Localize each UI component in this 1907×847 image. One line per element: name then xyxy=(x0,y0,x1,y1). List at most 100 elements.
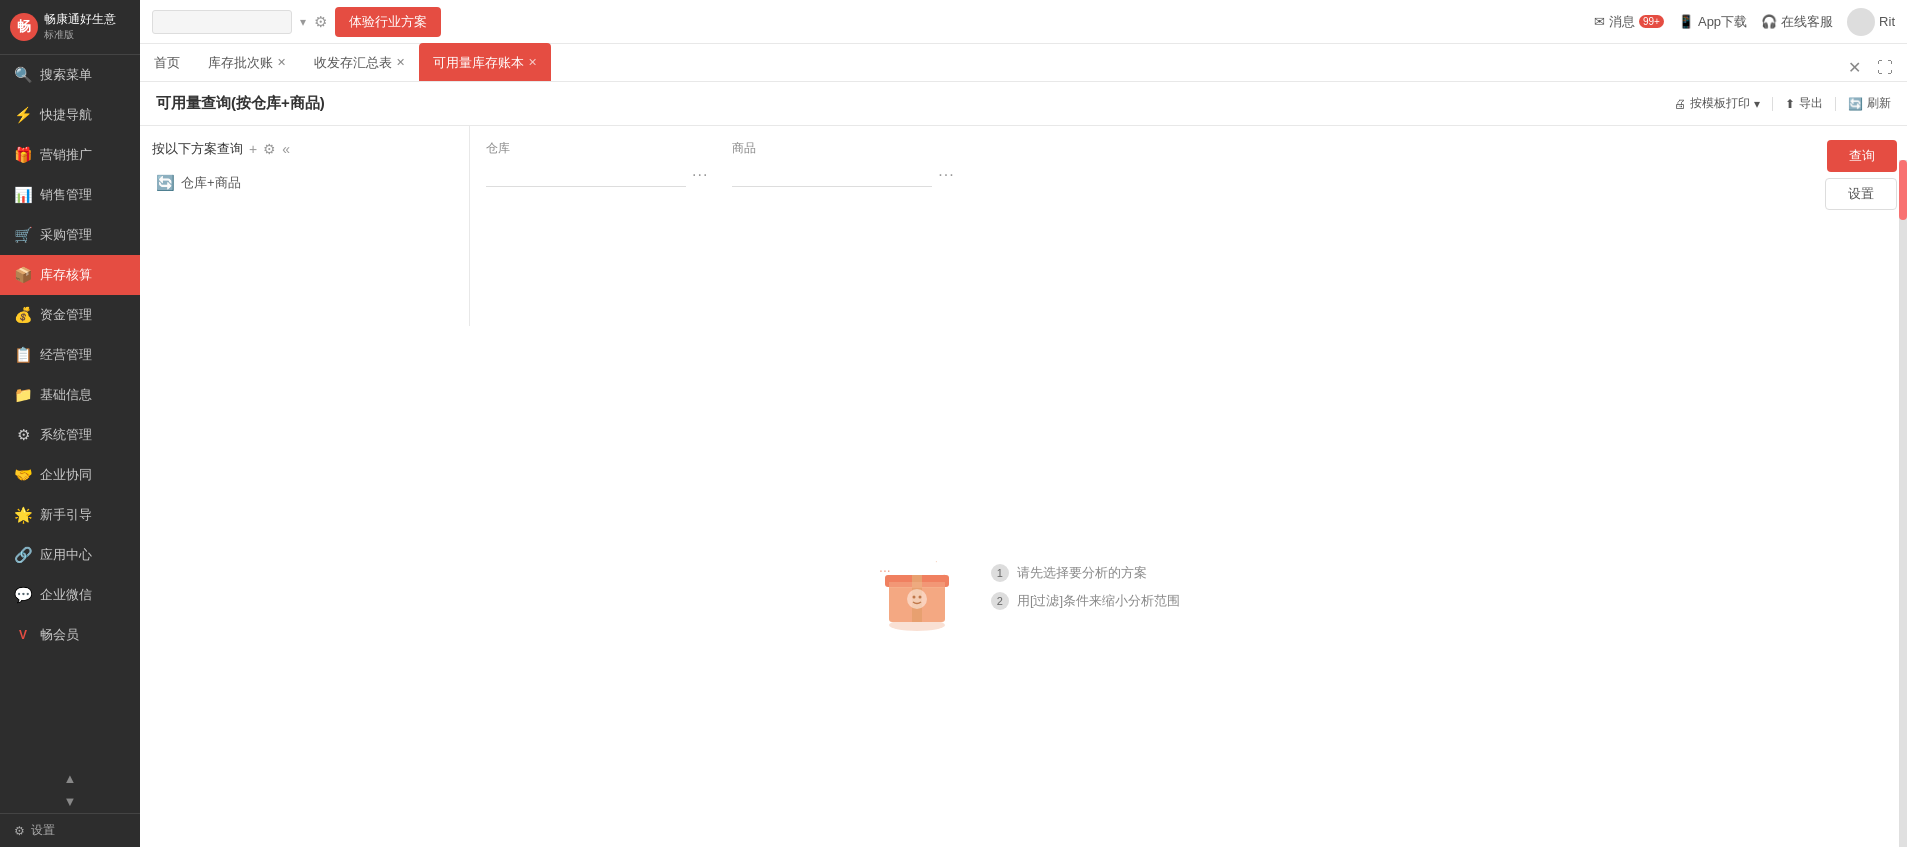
settings-button[interactable]: 设置 xyxy=(1825,178,1897,210)
goods-input[interactable] xyxy=(732,163,932,187)
sidebar-item-label: 搜索菜单 xyxy=(40,66,92,84)
sidebar-item-label: 资金管理 xyxy=(40,306,92,324)
divider xyxy=(1772,97,1773,111)
sidebar-item-finance[interactable]: 💰 资金管理 xyxy=(0,295,140,335)
industry-solution-button[interactable]: 体验行业方案 xyxy=(335,7,441,37)
message-button[interactable]: ✉ 消息 99+ xyxy=(1594,13,1664,31)
export-icon: ⬆ xyxy=(1785,97,1795,111)
tab-summary[interactable]: 收发存汇总表 ✕ xyxy=(300,43,419,81)
print-label: 按模板打印 xyxy=(1690,95,1750,112)
page-header-actions: 🖨 按模板打印 ▾ ⬆ 导出 🔄 刷新 xyxy=(1674,95,1891,112)
tabs-bar: 首页 库存批次账 ✕ 收发存汇总表 ✕ 可用量库存账本 ✕ ✕ ⛶ xyxy=(140,44,1907,82)
page-content: 可用量查询(按仓库+商品) 🖨 按模板打印 ▾ ⬆ 导出 🔄 刷新 xyxy=(140,82,1907,847)
shortcut-icon: ⚡ xyxy=(14,106,32,124)
goods-field-group: 商品 ··· xyxy=(732,140,954,187)
svg-point-7 xyxy=(918,595,921,598)
sidebar-item-shortcut[interactable]: ⚡ 快捷导航 xyxy=(0,95,140,135)
scheme-item-icon: 🔄 xyxy=(156,174,175,192)
appcenter-icon: 🔗 xyxy=(14,546,32,564)
sidebar-brand-name: 畅康通好生意 xyxy=(44,12,116,28)
refresh-action-button[interactable]: 🔄 刷新 xyxy=(1848,95,1891,112)
tip-number-2: 2 xyxy=(991,592,1009,610)
sidebar-item-label: 经营管理 xyxy=(40,346,92,364)
sidebar-item-inventory[interactable]: 📦 库存核算 xyxy=(0,255,140,295)
refresh-label: 刷新 xyxy=(1867,95,1891,112)
tip-item-2: 2 用[过滤]条件来缩小分析范围 xyxy=(991,592,1180,610)
sidebar-nav: 🔍 搜索菜单 ⚡ 快捷导航 🎁 营销推广 📊 销售管理 🛒 采购管理 📦 库存核… xyxy=(0,55,140,767)
sidebar-item-label: 应用中心 xyxy=(40,546,92,564)
warehouse-field-label: 仓库 xyxy=(486,140,708,157)
main-area: ▾ ⚙ 体验行业方案 ✉ 消息 99+ 📱 App下载 🎧 在线客服 Rit xyxy=(140,0,1907,847)
batch-tab-label: 库存批次账 xyxy=(208,54,273,72)
sidebar-item-search[interactable]: 🔍 搜索菜单 xyxy=(0,55,140,95)
sidebar-item-wechat[interactable]: 💬 企业微信 xyxy=(0,575,140,615)
headset-icon: 🎧 xyxy=(1761,14,1777,29)
export-action-button[interactable]: ⬆ 导出 xyxy=(1785,95,1823,112)
sidebar-footer-item[interactable]: ⚙ 设置 xyxy=(0,813,140,847)
warehouse-select-icon[interactable]: ··· xyxy=(692,166,708,184)
page-title: 可用量查询(按仓库+商品) xyxy=(156,94,325,113)
tab-close-btn[interactable]: ✕ xyxy=(1842,56,1867,79)
available-tab-label: 可用量库存账本 xyxy=(433,54,524,72)
tip-text-2: 用[过滤]条件来缩小分析范围 xyxy=(1017,592,1180,610)
sidebar-item-member[interactable]: V 畅会员 xyxy=(0,615,140,655)
tab-available-close-icon[interactable]: ✕ xyxy=(528,56,537,69)
message-label: 消息 xyxy=(1609,13,1635,31)
svg-rect-4 xyxy=(889,582,945,588)
tab-summary-close-icon[interactable]: ✕ xyxy=(396,56,405,69)
goods-select-icon[interactable]: ··· xyxy=(938,166,954,184)
system-icon: ⚙ xyxy=(14,426,32,444)
sidebar-item-newbie[interactable]: 🌟 新手引导 xyxy=(0,495,140,535)
sidebar-item-appcenter[interactable]: 🔗 应用中心 xyxy=(0,535,140,575)
user-name: Rit xyxy=(1879,14,1895,29)
sidebar-item-purchase[interactable]: 🛒 采购管理 xyxy=(0,215,140,255)
sidebar-item-label: 库存核算 xyxy=(40,266,92,284)
purchase-icon: 🛒 xyxy=(14,226,32,244)
svg-point-6 xyxy=(912,595,915,598)
settings-footer-icon: ⚙ xyxy=(14,824,25,838)
goods-field-label: 商品 xyxy=(732,140,954,157)
basic-icon: 📁 xyxy=(14,386,32,404)
tab-batch-close-icon[interactable]: ✕ xyxy=(277,56,286,69)
scheme-settings-icon[interactable]: ⚙ xyxy=(263,141,276,157)
chevron-down-icon[interactable]: ▾ xyxy=(300,15,306,29)
member-icon: V xyxy=(14,628,32,642)
sidebar-item-operation[interactable]: 📋 经营管理 xyxy=(0,335,140,375)
empty-illustration: ... · · xyxy=(867,537,967,637)
sidebar-scroll-down[interactable]: ▼ xyxy=(0,790,140,813)
warehouse-input[interactable] xyxy=(486,163,686,187)
sidebar-item-label: 企业协同 xyxy=(40,466,92,484)
right-scrollbar[interactable] xyxy=(1899,160,1907,847)
collapse-scheme-icon[interactable]: « xyxy=(282,141,290,157)
inventory-icon: 📦 xyxy=(14,266,32,284)
scrollbar-thumb[interactable] xyxy=(1899,160,1907,220)
sidebar-item-label: 采购管理 xyxy=(40,226,92,244)
tab-batch[interactable]: 库存批次账 ✕ xyxy=(194,43,300,81)
add-scheme-icon[interactable]: + xyxy=(249,141,257,157)
topbar-search-input[interactable] xyxy=(152,10,292,34)
sidebar-item-sales[interactable]: 📊 销售管理 xyxy=(0,175,140,215)
user-avatar-button[interactable]: Rit xyxy=(1847,8,1895,36)
sidebar-item-label: 新手引导 xyxy=(40,506,92,524)
svg-text:·: · xyxy=(943,570,945,579)
empty-tips: 1 请先选择要分析的方案 2 用[过滤]条件来缩小分析范围 xyxy=(991,564,1180,610)
online-service-button[interactable]: 🎧 在线客服 xyxy=(1761,13,1833,31)
tab-home[interactable]: 首页 xyxy=(140,43,194,81)
tab-expand-btn[interactable]: ⛶ xyxy=(1871,57,1899,79)
tab-available[interactable]: 可用量库存账本 ✕ xyxy=(419,43,551,81)
print-action-button[interactable]: 🖨 按模板打印 ▾ xyxy=(1674,95,1760,112)
topbar-gear-icon[interactable]: ⚙ xyxy=(314,13,327,31)
message-badge: 99+ xyxy=(1639,15,1664,28)
online-service-label: 在线客服 xyxy=(1781,13,1833,31)
query-button[interactable]: 查询 xyxy=(1827,140,1897,172)
sidebar-item-enterprise[interactable]: 🤝 企业协同 xyxy=(0,455,140,495)
sidebar-item-basic[interactable]: 📁 基础信息 xyxy=(0,375,140,415)
sidebar-item-marketing[interactable]: 🎁 营销推广 xyxy=(0,135,140,175)
scheme-item-warehouse-goods[interactable]: 🔄 仓库+商品 xyxy=(140,166,469,200)
sidebar-scroll-up[interactable]: ▲ xyxy=(0,767,140,790)
app-download-button[interactable]: 📱 App下载 xyxy=(1678,13,1747,31)
scheme-header: 按以下方案查询 + ⚙ « xyxy=(140,136,469,166)
sidebar-item-label: 销售管理 xyxy=(40,186,92,204)
svg-text:...: ... xyxy=(879,559,891,575)
sidebar-item-system[interactable]: ⚙ 系统管理 xyxy=(0,415,140,455)
